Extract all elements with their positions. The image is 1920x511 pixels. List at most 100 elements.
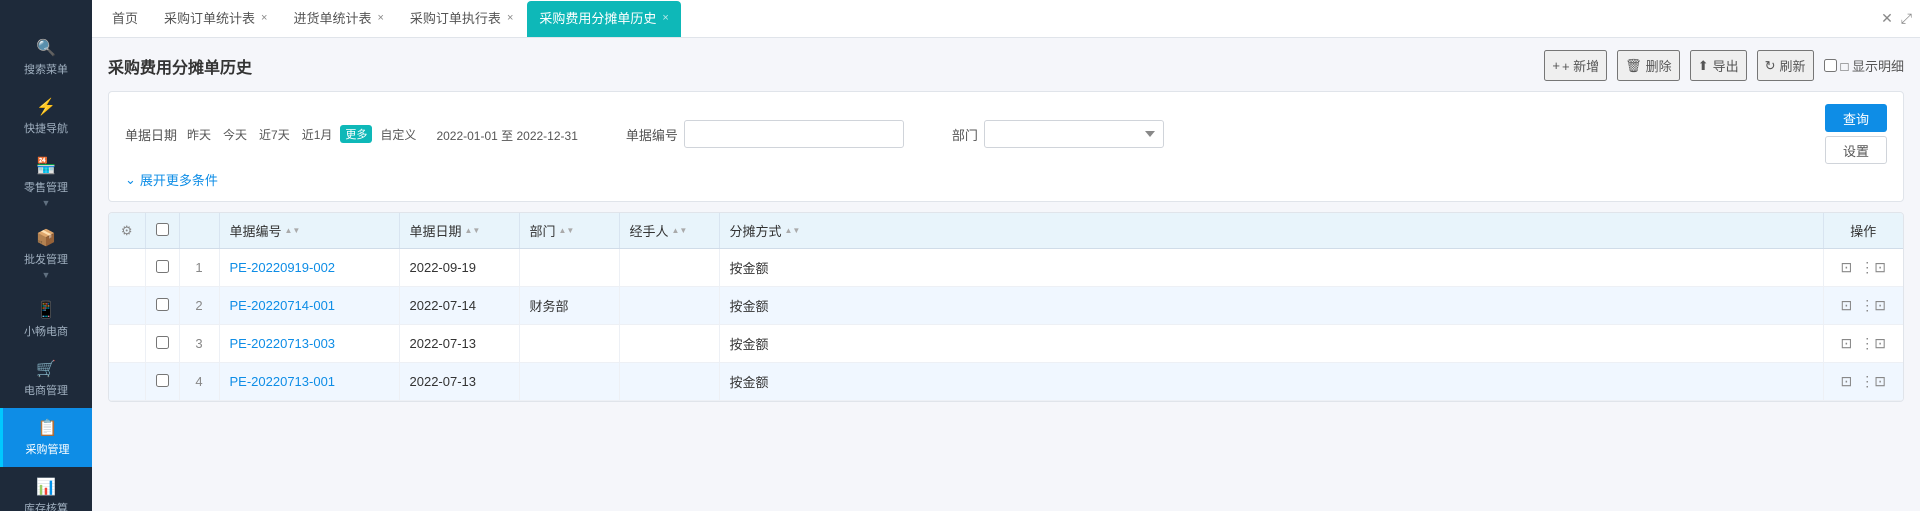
row-settings-icon bbox=[109, 363, 145, 401]
sidebar-item-purchase[interactable]: 📋 采购管理 bbox=[0, 408, 92, 467]
row-order-no: PE-20220713-001 bbox=[219, 363, 399, 401]
sort-arrows-method[interactable]: ▲▼ bbox=[785, 227, 801, 235]
retail-icon: 🏪 bbox=[36, 156, 56, 176]
close-icon[interactable]: × bbox=[377, 12, 383, 24]
row-num: 2 bbox=[179, 287, 219, 325]
shortcut-1month[interactable]: 近1月 bbox=[298, 125, 337, 144]
tab-purchase-cost-history[interactable]: 采购费用分摊单历史 × bbox=[527, 1, 680, 37]
dept-select[interactable] bbox=[984, 120, 1164, 148]
expand-window-icon[interactable]: ⤢ bbox=[1901, 10, 1912, 27]
more-icon[interactable]: ⋮⊡ bbox=[1858, 333, 1888, 354]
add-icon: + bbox=[1552, 58, 1560, 73]
row-checkbox[interactable] bbox=[156, 260, 169, 273]
row-checkbox[interactable] bbox=[156, 298, 169, 311]
col-op-header: 操作 bbox=[1823, 213, 1903, 249]
content: 采购费用分摊单历史 + + 新增 🗑 删除 ⬆ 导出 ↻ 刷新 bbox=[92, 38, 1920, 511]
date-filter-label: 单据日期 bbox=[125, 125, 177, 144]
order-no-link[interactable]: PE-20220919-002 bbox=[230, 260, 336, 275]
row-dept bbox=[519, 325, 619, 363]
sidebar-item-label: 采购管理 bbox=[26, 441, 70, 457]
shortcut-yesterday[interactable]: 昨天 bbox=[183, 125, 215, 144]
expand-more-btn[interactable]: ⌄ 展开更多条件 bbox=[125, 170, 218, 189]
show-detail-checkbox-label[interactable]: □ 显示明细 bbox=[1824, 56, 1904, 75]
close-window-icon[interactable]: ✕ bbox=[1881, 10, 1893, 27]
close-icon[interactable]: × bbox=[507, 12, 513, 24]
row-checkbox[interactable] bbox=[156, 374, 169, 387]
sort-arrows-order-no[interactable]: ▲▼ bbox=[285, 227, 301, 235]
show-detail-checkbox[interactable] bbox=[1824, 59, 1837, 72]
sort-arrows-handler[interactable]: ▲▼ bbox=[672, 227, 688, 235]
sort-arrows-dept[interactable]: ▲▼ bbox=[559, 227, 575, 235]
shortcut-more[interactable]: 更多 bbox=[340, 125, 372, 143]
order-no-link[interactable]: PE-20220713-001 bbox=[230, 374, 336, 389]
row-num: 3 bbox=[179, 325, 219, 363]
filter-row: 单据日期 昨天 今天 近7天 近1月 更多 自定义 2022-01-01 至 2… bbox=[125, 104, 1887, 164]
row-checkbox-cell bbox=[145, 325, 179, 363]
quicknav-icon: ⚡ bbox=[36, 97, 56, 117]
row-op: ⊡ ⋮⊡ bbox=[1823, 287, 1903, 325]
sidebar-item-wholesale[interactable]: 📦 批发管理 ▼ bbox=[0, 218, 92, 290]
sidebar-item-miniapp[interactable]: 📱 小畅电商 bbox=[0, 290, 92, 349]
query-button[interactable]: 查询 bbox=[1825, 104, 1887, 132]
delete-button[interactable]: 🗑 删除 bbox=[1617, 50, 1680, 81]
export-button[interactable]: ⬆ 导出 bbox=[1690, 50, 1747, 81]
row-checkbox-cell bbox=[145, 249, 179, 287]
sidebar-logo bbox=[0, 8, 92, 28]
tab-inbound-stat[interactable]: 进货单统计表 × bbox=[281, 1, 395, 37]
sort-arrows-date[interactable]: ▲▼ bbox=[465, 227, 481, 235]
row-settings-icon bbox=[109, 325, 145, 363]
sidebar-item-label: 小畅电商 bbox=[24, 323, 68, 339]
more-icon[interactable]: ⋮⊡ bbox=[1858, 371, 1888, 392]
close-icon[interactable]: × bbox=[662, 12, 668, 24]
row-checkbox[interactable] bbox=[156, 336, 169, 349]
close-icon[interactable]: × bbox=[261, 12, 267, 24]
sidebar-item-label: 快捷导航 bbox=[24, 120, 68, 136]
chevron-down-icon: ▼ bbox=[42, 270, 51, 280]
setting-button[interactable]: 设置 bbox=[1825, 136, 1887, 164]
table-container: ⚙ 单据编号 ▲▼ 单据日期 bbox=[108, 212, 1904, 402]
search-icon: 🔍 bbox=[36, 38, 56, 58]
more-icon[interactable]: ⋮⊡ bbox=[1858, 295, 1888, 316]
chevron-down-icon: ▼ bbox=[42, 198, 51, 208]
row-op: ⊡ ⋮⊡ bbox=[1823, 325, 1903, 363]
row-dept: 财务部 bbox=[519, 287, 619, 325]
tab-purchase-order-stat[interactable]: 采购订单统计表 × bbox=[152, 1, 279, 37]
date-range-display: 2022-01-01 至 2022-12-31 bbox=[436, 125, 577, 144]
col-checkbox-header bbox=[145, 213, 179, 249]
shortcut-custom[interactable]: 自定义 bbox=[376, 125, 420, 144]
shortcut-7days[interactable]: 近7天 bbox=[255, 125, 294, 144]
tab-home[interactable]: 首页 bbox=[100, 1, 150, 37]
edit-icon[interactable]: ⊡ bbox=[1839, 333, 1855, 354]
sidebar-item-retail[interactable]: 🏪 零售管理 ▼ bbox=[0, 146, 92, 218]
tab-actions: ✕ ⤢ bbox=[1881, 10, 1912, 27]
order-no-link[interactable]: PE-20220713-003 bbox=[230, 336, 336, 351]
col-order-no-header: 单据编号 ▲▼ bbox=[219, 213, 399, 249]
tab-home-label: 首页 bbox=[112, 8, 138, 27]
order-no-input[interactable] bbox=[684, 120, 904, 148]
sidebar-item-quicknav[interactable]: ⚡ 快捷导航 bbox=[0, 87, 92, 146]
row-method: 按金额 bbox=[719, 287, 1823, 325]
delete-icon: 🗑 bbox=[1625, 58, 1642, 74]
edit-icon[interactable]: ⊡ bbox=[1839, 295, 1855, 316]
shortcut-today[interactable]: 今天 bbox=[219, 125, 251, 144]
row-handler bbox=[619, 249, 719, 287]
tab-label: 进货单统计表 bbox=[293, 8, 371, 27]
add-button[interactable]: + + 新增 bbox=[1544, 50, 1607, 81]
sidebar-item-ecommerce[interactable]: 🛒 电商管理 bbox=[0, 349, 92, 408]
tab-purchase-order-exec[interactable]: 采购订单执行表 × bbox=[398, 1, 525, 37]
col-settings[interactable]: ⚙ bbox=[109, 213, 145, 249]
sidebar-item-search[interactable]: 🔍 搜索菜单 bbox=[0, 28, 92, 87]
table-body: 1 PE-20220919-002 2022-09-19 按金额 ⊡ ⋮⊡ 2 … bbox=[109, 249, 1903, 401]
edit-icon[interactable]: ⊡ bbox=[1839, 371, 1855, 392]
select-all-checkbox[interactable] bbox=[156, 223, 169, 236]
col-date-header: 单据日期 ▲▼ bbox=[399, 213, 519, 249]
refresh-button[interactable]: ↻ 刷新 bbox=[1757, 50, 1814, 81]
order-no-link[interactable]: PE-20220714-001 bbox=[230, 298, 336, 313]
order-no-label: 单据编号 bbox=[626, 125, 678, 144]
dept-label: 部门 bbox=[952, 125, 978, 144]
edit-icon[interactable]: ⊡ bbox=[1839, 257, 1855, 278]
main-area: 首页 采购订单统计表 × 进货单统计表 × 采购订单执行表 × 采购费用分摊单历… bbox=[92, 0, 1920, 511]
sidebar-item-inventory[interactable]: 📊 库存核算 bbox=[0, 467, 92, 511]
page-title: 采购费用分摊单历史 bbox=[108, 54, 252, 78]
more-icon[interactable]: ⋮⊡ bbox=[1858, 257, 1888, 278]
